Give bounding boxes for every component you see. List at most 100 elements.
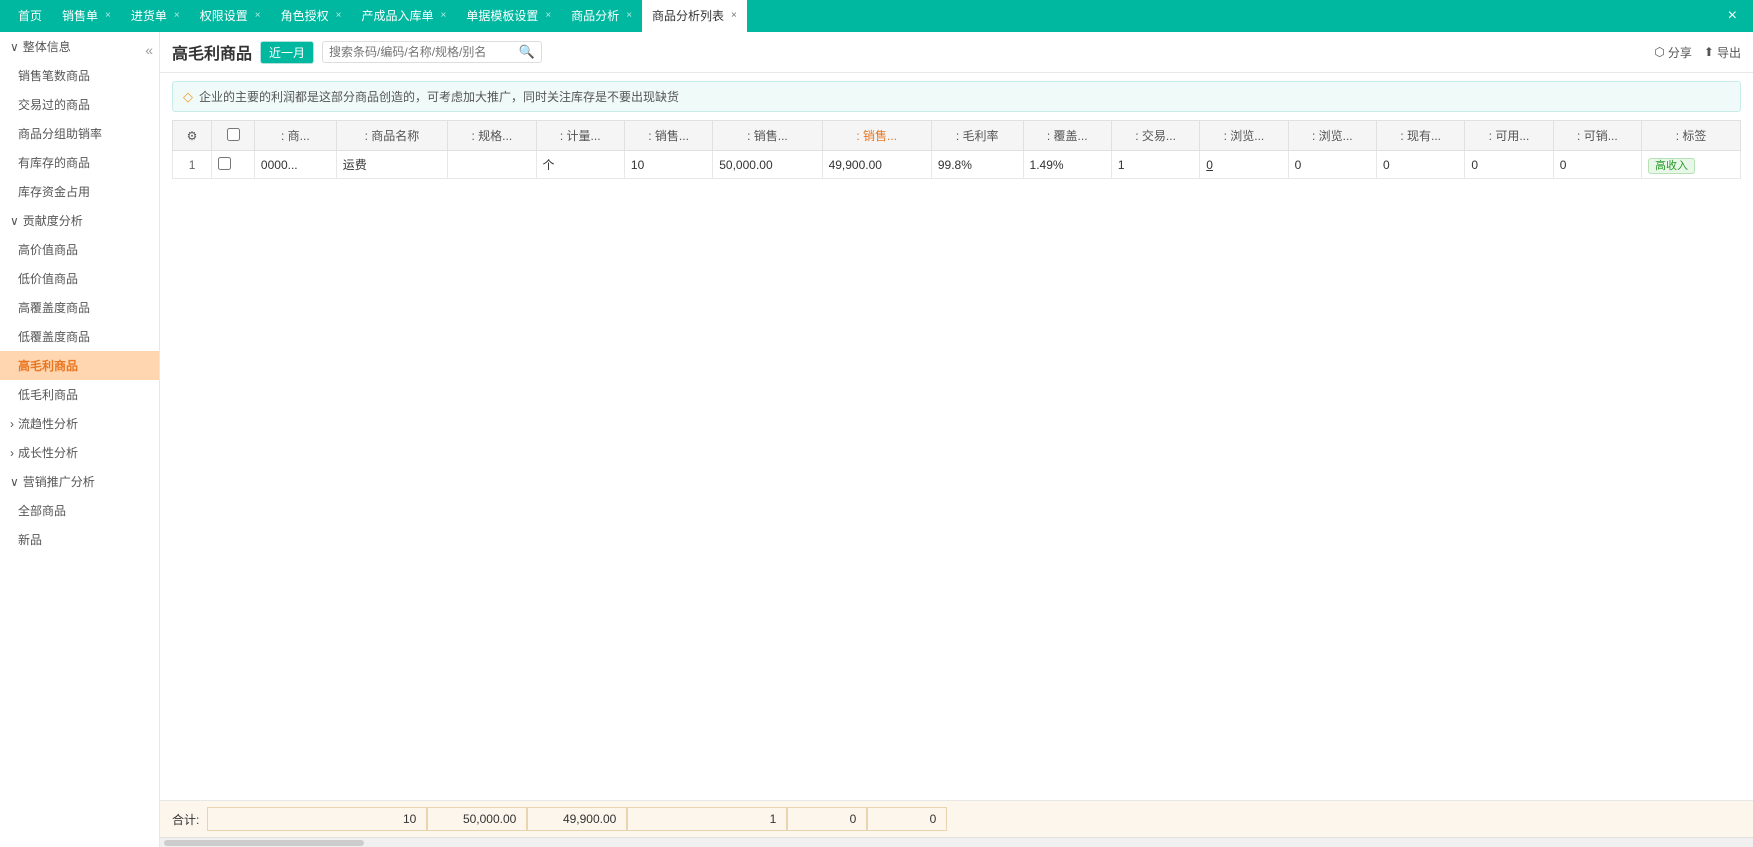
export-button[interactable]: ⬆ 导出	[1704, 44, 1741, 61]
sidebar-collapse-button[interactable]: «	[145, 42, 153, 58]
row-name: 运费	[336, 151, 447, 179]
nav-role[interactable]: 角色授权 ×	[271, 0, 352, 32]
sidebar-item-high-margin[interactable]: 高毛利商品	[0, 351, 159, 380]
main-layout: « ∨ 整体信息 销售笔数商品 交易过的商品 商品分组助销率 有库存的商品 库存…	[0, 32, 1753, 847]
window-close-button[interactable]: ×	[1720, 7, 1745, 25]
sidebar-group-growth[interactable]: › 成长性分析	[0, 438, 159, 467]
col-header-tag: : 标签	[1642, 121, 1741, 151]
sidebar-group-overall[interactable]: ∨ 整体信息	[0, 32, 159, 61]
top-nav: 首页 销售单 × 进货单 × 权限设置 × 角色授权 × 产成品入库单 × 单据…	[0, 0, 1753, 32]
content-header: 高毛利商品 近一月 🔍 ⬡ 分享 ⬆ 导出	[160, 32, 1753, 73]
col-header-available: : 可用...	[1465, 121, 1553, 151]
col-header-sales-amt2: : 销售...	[822, 121, 931, 151]
col-header-name: : 商品名称	[336, 121, 447, 151]
sidebar-item-new-goods[interactable]: 新品	[0, 525, 159, 554]
sidebar: « ∨ 整体信息 销售笔数商品 交易过的商品 商品分组助销率 有库存的商品 库存…	[0, 32, 160, 847]
row-code: 0000...	[254, 151, 336, 179]
sidebar-item-low-margin[interactable]: 低毛利商品	[0, 380, 159, 409]
info-icon: ◇	[183, 89, 193, 105]
share-button[interactable]: ⬡ 分享	[1654, 44, 1692, 61]
sidebar-group-trend[interactable]: › 流趋性分析	[0, 409, 159, 438]
sidebar-item-traded[interactable]: 交易过的商品	[0, 90, 159, 119]
nav-purchase[interactable]: 进货单 ×	[121, 0, 190, 32]
row-gross-rate: 99.8%	[931, 151, 1023, 179]
footer-available: 0	[867, 807, 947, 831]
col-header-checkbox[interactable]	[212, 121, 255, 151]
sidebar-item-all-goods[interactable]: 全部商品	[0, 496, 159, 525]
select-all-checkbox[interactable]	[227, 128, 240, 141]
tag-badge: 高收入	[1648, 158, 1695, 174]
col-header-browse1: : 浏览...	[1200, 121, 1288, 151]
sidebar-group-contribution[interactable]: ∨ 贡献度分析	[0, 206, 159, 235]
info-text: 企业的主要的利润都是这部分商品创造的，可考虑加大推广，同时关注库存是不要出现缺货	[199, 88, 679, 105]
sidebar-item-in-stock[interactable]: 有库存的商品	[0, 148, 159, 177]
nav-goods-analysis-list-close[interactable]: ×	[731, 0, 737, 32]
share-icon: ⬡	[1654, 45, 1664, 59]
header-actions: ⬡ 分享 ⬆ 导出	[1654, 44, 1741, 61]
nav-purchase-close[interactable]: ×	[174, 0, 180, 32]
row-coverage: 1.49%	[1023, 151, 1111, 179]
chevron-right-icon-2: ›	[10, 446, 14, 460]
col-header-coverage: : 覆盖...	[1023, 121, 1111, 151]
sidebar-item-sales-count[interactable]: 销售笔数商品	[0, 61, 159, 90]
table-wrapper[interactable]: ⚙ : 商... : 商品名称 : 规格... : 计量... : 销售... …	[160, 120, 1753, 800]
nav-goods-analysis[interactable]: 商品分析 ×	[561, 0, 642, 32]
sidebar-item-stock-capital[interactable]: 库存资金占用	[0, 177, 159, 206]
col-header-unit: : 计量...	[536, 121, 624, 151]
nav-home[interactable]: 首页	[8, 0, 52, 32]
row-tag: 高收入	[1642, 151, 1741, 179]
footer-transaction: 1	[627, 807, 787, 831]
row-browse1[interactable]: 0	[1200, 151, 1288, 179]
nav-sales[interactable]: 销售单 ×	[52, 0, 121, 32]
col-header-transaction: : 交易...	[1111, 121, 1199, 151]
row-sales-amt: 50,000.00	[713, 151, 822, 179]
search-icon[interactable]: 🔍	[519, 44, 535, 60]
footer-sales-amt2: 49,900.00	[527, 807, 627, 831]
sidebar-item-low-value[interactable]: 低价值商品	[0, 264, 159, 293]
col-header-settings[interactable]: ⚙	[173, 121, 212, 151]
sidebar-item-group-rate[interactable]: 商品分组助销率	[0, 119, 159, 148]
sidebar-item-high-value[interactable]: 高价值商品	[0, 235, 159, 264]
nav-template-close[interactable]: ×	[545, 0, 551, 32]
filter-recent-month-button[interactable]: 近一月	[260, 41, 314, 64]
chevron-down-icon: ∨	[10, 40, 19, 54]
nav-role-close[interactable]: ×	[336, 0, 342, 32]
export-icon: ⬆	[1704, 45, 1714, 59]
row-unit: 个	[536, 151, 624, 179]
col-header-code: : 商...	[254, 121, 336, 151]
hscroll-bar[interactable]	[160, 837, 1753, 847]
content-area: 高毛利商品 近一月 🔍 ⬡ 分享 ⬆ 导出 ◇ 企业的主要的利润都是这部分商品创…	[160, 32, 1753, 847]
info-banner: ◇ 企业的主要的利润都是这部分商品创造的，可考虑加大推广，同时关注库存是不要出现…	[172, 81, 1741, 112]
row-num: 1	[173, 151, 212, 179]
nav-permission-close[interactable]: ×	[255, 0, 261, 32]
row-checkbox[interactable]	[212, 151, 255, 179]
nav-product-inbound[interactable]: 产成品入库单 ×	[351, 0, 456, 32]
nav-product-inbound-close[interactable]: ×	[440, 0, 446, 32]
sidebar-item-high-coverage[interactable]: 高覆盖度商品	[0, 293, 159, 322]
col-header-current: : 现有...	[1376, 121, 1464, 151]
sidebar-item-low-coverage[interactable]: 低覆盖度商品	[0, 322, 159, 351]
table-footer: 合计: 10 50,000.00 49,900.00 1 0 0	[160, 800, 1753, 837]
nav-goods-analysis-list[interactable]: 商品分析列表 ×	[642, 0, 747, 32]
search-box: 🔍	[322, 41, 542, 63]
table-row: 1 0000... 运费 个 10 50,000.00 49,900.00 99…	[173, 151, 1741, 179]
search-input[interactable]	[329, 45, 519, 59]
col-header-gross-rate: : 毛利率	[931, 121, 1023, 151]
col-header-spec: : 规格...	[448, 121, 536, 151]
nav-goods-analysis-close[interactable]: ×	[626, 0, 632, 32]
nav-template[interactable]: 单据模板设置 ×	[456, 0, 561, 32]
col-header-browse2: : 浏览...	[1288, 121, 1376, 151]
row-sales-qty: 10	[624, 151, 712, 179]
chevron-down-icon-3: ∨	[10, 475, 19, 489]
hscroll-thumb[interactable]	[164, 840, 364, 846]
chevron-down-icon-2: ∨	[10, 214, 19, 228]
nav-permission[interactable]: 权限设置 ×	[190, 0, 271, 32]
col-header-sales-amt: : 销售...	[713, 121, 822, 151]
footer-sales-qty: 10	[207, 807, 427, 831]
row-spec	[448, 151, 536, 179]
row-saleable: 0	[1553, 151, 1641, 179]
page-title: 高毛利商品	[172, 40, 252, 64]
row-current: 0	[1376, 151, 1464, 179]
nav-sales-close[interactable]: ×	[105, 0, 111, 32]
sidebar-group-marketing[interactable]: ∨ 营销推广分析	[0, 467, 159, 496]
